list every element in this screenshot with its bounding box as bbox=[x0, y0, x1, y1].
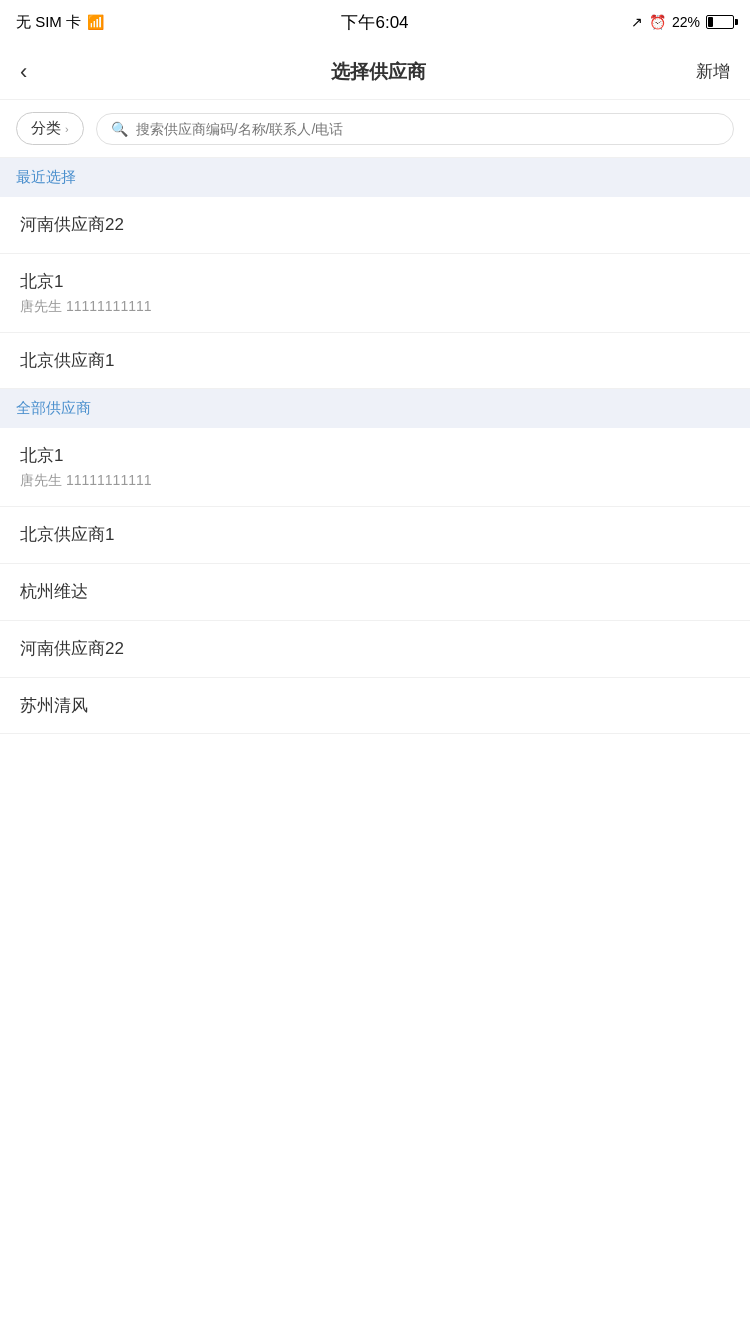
nav-bar: ‹ 选择供应商 新增 bbox=[0, 44, 750, 100]
item-name: 苏州清风 bbox=[20, 694, 730, 718]
item-detail: 唐先生 11111111111 bbox=[20, 472, 730, 490]
add-button[interactable]: 新增 bbox=[696, 60, 730, 83]
location-icon: ↗ bbox=[631, 14, 643, 30]
list-item[interactable]: 河南供应商22 bbox=[0, 197, 750, 254]
alarm-icon: ⏰ bbox=[649, 14, 666, 30]
status-left: 无 SIM 卡 📶 bbox=[16, 13, 104, 32]
recent-items-list: 河南供应商22 北京1 唐先生 11111111111 北京供应商1 bbox=[0, 197, 750, 389]
battery-icon bbox=[706, 15, 734, 29]
category-label: 分类 bbox=[31, 119, 61, 138]
item-name: 北京1 bbox=[20, 270, 730, 294]
category-button[interactable]: 分类 › bbox=[16, 112, 84, 145]
battery-percent: 22% bbox=[672, 14, 700, 30]
item-detail: 唐先生 11111111111 bbox=[20, 298, 730, 316]
list-item[interactable]: 北京供应商1 bbox=[0, 333, 750, 390]
page-title: 选择供应商 bbox=[331, 59, 426, 85]
list-item[interactable]: 北京供应商1 bbox=[0, 507, 750, 564]
item-name: 北京1 bbox=[20, 444, 730, 468]
status-bar: 无 SIM 卡 📶 下午6:04 ↗ ⏰ 22% bbox=[0, 0, 750, 44]
item-name: 北京供应商1 bbox=[20, 523, 730, 547]
filter-bar: 分类 › 🔍 bbox=[0, 100, 750, 158]
wifi-icon: 📶 bbox=[87, 14, 104, 30]
list-item[interactable]: 北京1 唐先生 11111111111 bbox=[0, 428, 750, 507]
status-time: 下午6:04 bbox=[341, 11, 408, 34]
chevron-right-icon: › bbox=[65, 123, 69, 135]
all-items-list: 北京1 唐先生 11111111111 北京供应商1 杭州维达河南供应商22 苏州清风 bbox=[0, 428, 750, 734]
list-item[interactable]: 杭州维达 bbox=[0, 564, 750, 621]
list-item[interactable]: 北京1 唐先生 11111111111 bbox=[0, 254, 750, 333]
item-name: 北京供应商1 bbox=[20, 349, 730, 373]
sim-status: 无 SIM 卡 bbox=[16, 13, 81, 32]
item-name: 杭州维达 bbox=[20, 580, 730, 604]
all-section-header: 全部供应商 bbox=[0, 389, 750, 428]
search-box[interactable]: 🔍 bbox=[96, 113, 734, 145]
item-name: 河南供应商22 bbox=[20, 637, 730, 661]
recent-section-title: 最近选择 bbox=[16, 168, 76, 185]
list-item[interactable]: 苏州清风 bbox=[0, 678, 750, 735]
status-right: ↗ ⏰ 22% bbox=[631, 14, 734, 30]
all-section-title: 全部供应商 bbox=[16, 399, 91, 416]
back-button[interactable]: ‹ bbox=[20, 59, 60, 85]
search-icon: 🔍 bbox=[111, 121, 128, 137]
list-item[interactable]: 河南供应商22 bbox=[0, 621, 750, 678]
item-name: 河南供应商22 bbox=[20, 213, 730, 237]
search-input[interactable] bbox=[136, 121, 719, 137]
recent-section-header: 最近选择 bbox=[0, 158, 750, 197]
